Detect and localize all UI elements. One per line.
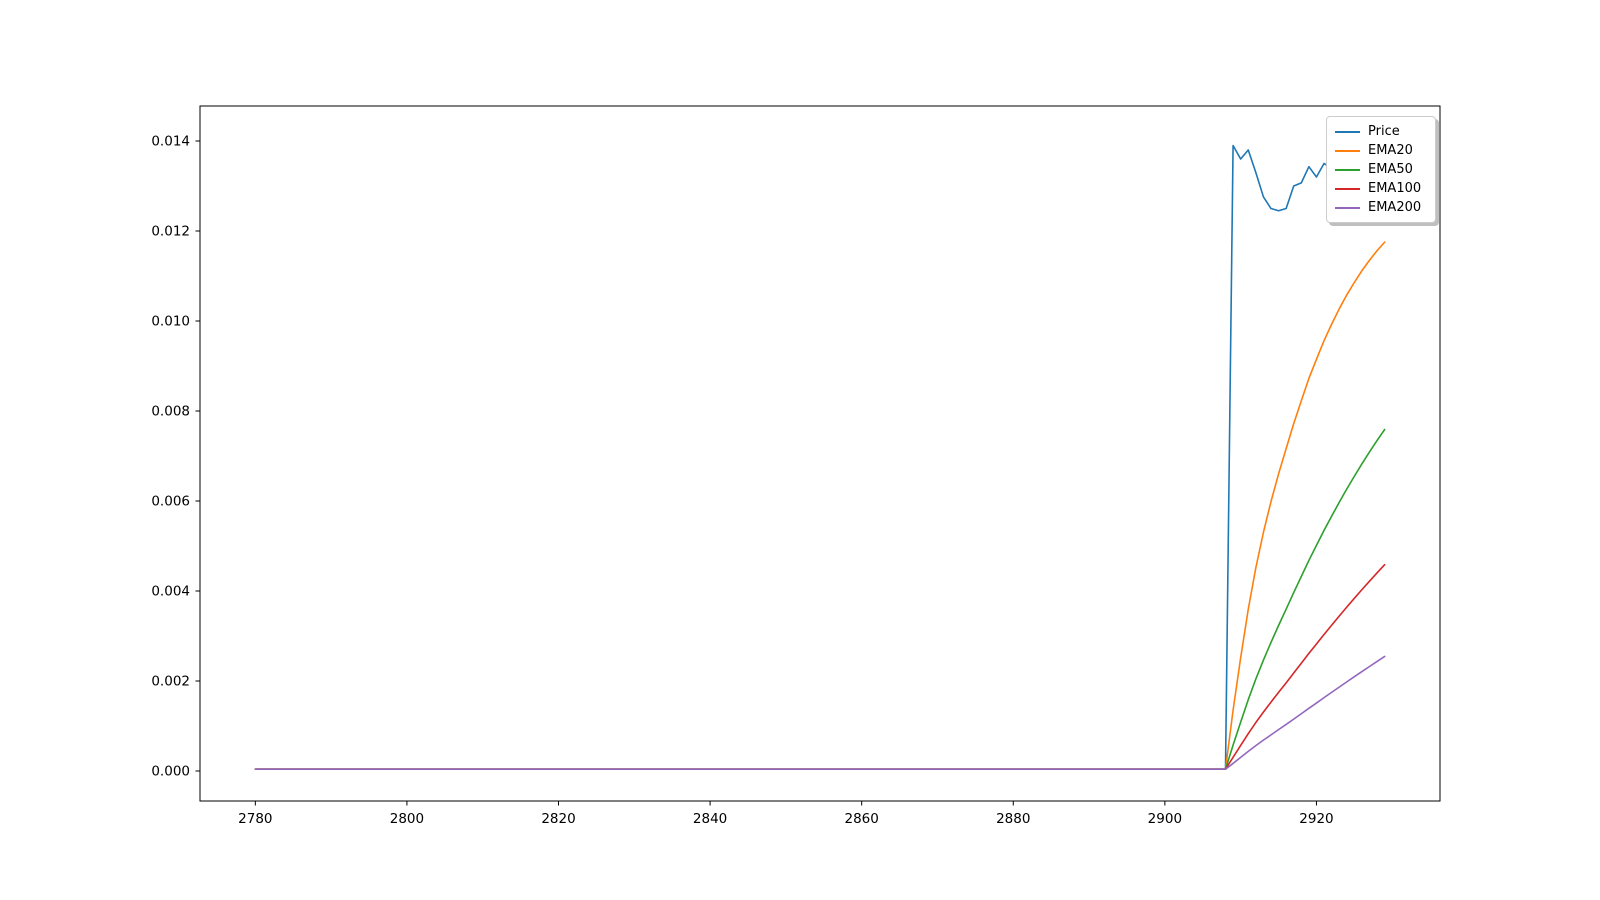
- series-line-ema20: [254, 241, 1386, 770]
- series-line-price: [254, 144, 1386, 770]
- legend-line-sample-ema200: [1335, 206, 1360, 209]
- series-line-ema200: [254, 655, 1386, 770]
- legend-item-ema20: EMA20: [1335, 141, 1427, 160]
- x-tick-label: 2880: [996, 811, 1030, 827]
- legend: Price EMA20 EMA50 EMA100 EMA200: [1326, 116, 1436, 223]
- y-tick-label: 0.002: [151, 673, 190, 689]
- x-tick-label: 2920: [1299, 811, 1333, 827]
- legend-line-sample-ema50: [1335, 168, 1360, 171]
- legend-line-sample-price: [1335, 130, 1360, 133]
- legend-item-ema100: EMA100: [1335, 179, 1427, 198]
- y-tick-label: 0.000: [151, 763, 190, 779]
- x-tick-label: 2820: [541, 811, 575, 827]
- legend-item-ema50: EMA50: [1335, 160, 1427, 179]
- x-tick-label: 2800: [390, 811, 424, 827]
- legend-line-sample-ema20: [1335, 149, 1360, 152]
- x-tick-label: 2860: [845, 811, 879, 827]
- y-tick-label: 0.012: [151, 224, 190, 240]
- legend-item-price: Price: [1335, 122, 1427, 141]
- x-tick-label: 2840: [693, 811, 727, 827]
- series-line-ema100: [254, 563, 1386, 770]
- x-tick-label: 2780: [238, 811, 272, 827]
- y-tick-label: 0.014: [151, 134, 190, 150]
- plot-border: [199, 105, 1441, 802]
- y-tick-label: 0.010: [151, 314, 190, 330]
- figure: 2780 2800 2820 2840 2860 2880 2900 2920 0.000 0.0…: [0, 0, 1600, 900]
- legend-label-ema50: EMA50: [1368, 162, 1413, 177]
- legend-line-sample-ema100: [1335, 187, 1360, 190]
- legend-label-ema200: EMA200: [1368, 200, 1422, 215]
- series-line-ema50: [254, 428, 1386, 770]
- legend-item-ema200: EMA200: [1335, 198, 1427, 217]
- y-tick-label: 0.008: [151, 403, 190, 419]
- y-tick-label: 0.004: [151, 583, 190, 599]
- x-tick-label: 2900: [1148, 811, 1182, 827]
- y-tick-label: 0.006: [151, 493, 190, 509]
- legend-label-ema20: EMA20: [1368, 143, 1413, 158]
- legend-label-ema100: EMA100: [1368, 181, 1422, 196]
- legend-label-price: Price: [1368, 124, 1400, 139]
